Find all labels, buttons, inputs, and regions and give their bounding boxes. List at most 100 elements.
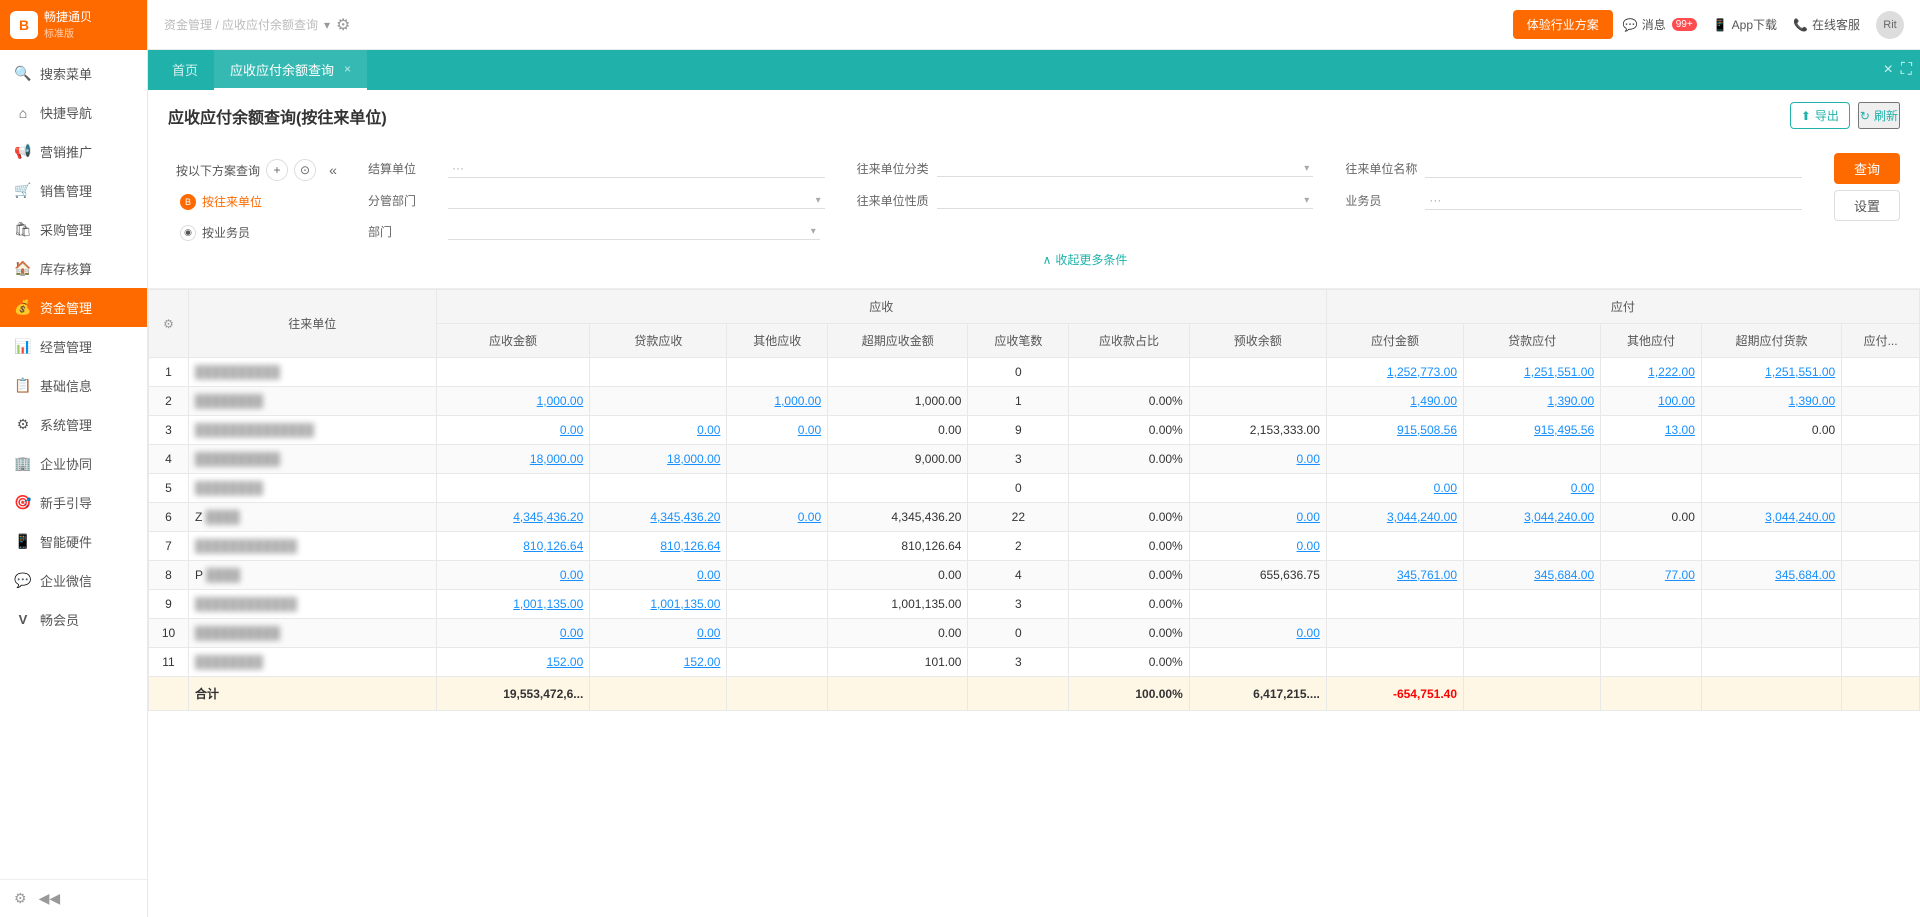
nav-by-partner[interactable]: B 按往来单位 — [168, 187, 352, 216]
cell-ar-loan[interactable]: 810,126.64 — [590, 532, 727, 561]
cell-ap-loan[interactable]: 915,495.56 — [1464, 416, 1601, 445]
tab-home[interactable]: 首页 — [156, 50, 214, 90]
cell-ap-loan[interactable]: 0.00 — [1464, 474, 1601, 503]
fenguan-dept-select[interactable]: ▾ — [448, 193, 825, 209]
cell-ap-loan — [1464, 532, 1601, 561]
tab-ar-ap[interactable]: 应收应付余额查询 × — [214, 50, 367, 90]
table-settings-icon[interactable]: ⚙ — [157, 312, 181, 336]
cell-ar-loan[interactable]: 1,001,135.00 — [590, 590, 727, 619]
settings-bottom-icon[interactable]: ⚙ — [14, 890, 27, 907]
cell-ap-amount[interactable]: 1,252,773.00 — [1326, 358, 1463, 387]
collapse-sidebar-icon[interactable]: ◀◀ — [39, 890, 61, 907]
cell-ar-amount[interactable]: 4,345,436.20 — [436, 503, 590, 532]
management-icon: 📊 — [14, 338, 32, 355]
cell-ar-other[interactable]: 0.00 — [727, 503, 828, 532]
cell-no: 4 — [149, 445, 189, 474]
sidebar-item-guide[interactable]: 🎯 新手引导 — [0, 483, 147, 522]
sidebar-item-inventory[interactable]: 🏠 库存核算 — [0, 249, 147, 288]
cell-ap-overdue[interactable]: 1,390.00 — [1701, 387, 1841, 416]
cell-ap-amount[interactable]: 1,490.00 — [1326, 387, 1463, 416]
sidebar-item-capital[interactable]: 💰 资金管理 — [0, 288, 147, 327]
collapse-conditions-button[interactable]: ∧ 收起更多条件 — [352, 247, 1818, 276]
jiesuan-unit-input[interactable]: ··· — [448, 159, 825, 178]
cell-ar-advance[interactable]: 0.00 — [1189, 619, 1326, 648]
user-avatar[interactable]: Rit — [1876, 11, 1904, 39]
app-download-button[interactable]: 📱 App下载 — [1713, 16, 1777, 33]
cell-ap-loan[interactable]: 1,251,551.00 — [1464, 358, 1601, 387]
cell-ar-amount[interactable]: 152.00 — [436, 648, 590, 677]
online-service-button[interactable]: 📞 在线客服 — [1793, 16, 1860, 33]
cell-ap-overdue[interactable]: 1,251,551.00 — [1701, 358, 1841, 387]
top-header: 资金管理 / 应收应付余额查询 ▾ ⚙ 体验行业方案 💬 消息 99+ 📱 Ap… — [148, 0, 1920, 50]
tab-close-all-icon[interactable]: × — [1883, 61, 1892, 79]
cell-ap-amount[interactable]: 345,761.00 — [1326, 561, 1463, 590]
settings-icon[interactable]: ⚙ — [336, 15, 350, 35]
scheme-settings-button[interactable]: ⊙ — [294, 159, 316, 181]
nav-by-salesperson[interactable]: ◉ 按业务员 — [168, 218, 352, 247]
cell-ap-loan[interactable]: 1,390.00 — [1464, 387, 1601, 416]
refresh-button[interactable]: ↻ 刷新 — [1858, 102, 1900, 129]
cell-ar-count: 2 — [968, 532, 1069, 561]
cell-ar-other[interactable]: 1,000.00 — [727, 387, 828, 416]
cell-ar-amount[interactable]: 1,001,135.00 — [436, 590, 590, 619]
cell-ar-amount[interactable]: 1,000.00 — [436, 387, 590, 416]
table-container[interactable]: ⚙ 往来单位 应收 应付 应收金额 贷款应收 其他应收 超期应收金额 应收笔数 … — [148, 289, 1920, 917]
tab-expand-icon[interactable]: ⛶ — [1901, 61, 1912, 79]
salesperson-select[interactable]: ··· — [1425, 191, 1802, 210]
cell-ar-amount[interactable]: 0.00 — [436, 619, 590, 648]
promo-button[interactable]: 体验行业方案 — [1513, 10, 1613, 39]
cell-ar-amount[interactable]: 18,000.00 — [436, 445, 590, 474]
sidebar-item-management[interactable]: 📊 经营管理 — [0, 327, 147, 366]
cell-ar-ratio: 0.00% — [1069, 445, 1190, 474]
cell-ar-advance[interactable]: 0.00 — [1189, 445, 1326, 474]
sidebar-item-member[interactable]: V 畅会员 — [0, 600, 147, 639]
cell-ar-loan[interactable]: 152.00 — [590, 648, 727, 677]
set-button[interactable]: 设置 — [1834, 190, 1900, 221]
query-button[interactable]: 查询 — [1834, 153, 1900, 184]
cell-ap-amount[interactable]: 3,044,240.00 — [1326, 503, 1463, 532]
collapse-scheme-button[interactable]: « — [322, 159, 344, 181]
th-settings[interactable]: ⚙ — [149, 290, 189, 358]
sidebar-item-marketing[interactable]: 📢 营销推广 — [0, 132, 147, 171]
export-button[interactable]: ⬆ 导出 — [1790, 102, 1850, 129]
laiwang-name-input[interactable] — [1425, 159, 1802, 178]
sidebar-item-hardware[interactable]: 📱 智能硬件 — [0, 522, 147, 561]
cell-ar-loan[interactable]: 0.00 — [590, 561, 727, 590]
cell-ap-other[interactable]: 77.00 — [1601, 561, 1702, 590]
dept-select[interactable]: ▾ — [448, 224, 820, 240]
cell-ap-loan[interactable]: 3,044,240.00 — [1464, 503, 1601, 532]
cell-ar-loan[interactable]: 18,000.00 — [590, 445, 727, 474]
cell-ar-loan[interactable]: 4,345,436.20 — [590, 503, 727, 532]
sidebar-item-purchase[interactable]: 🛍 采购管理 — [0, 210, 147, 249]
tab-ar-ap-close-icon[interactable]: × — [344, 62, 351, 76]
laiwang-nature-select[interactable]: ▾ — [937, 193, 1314, 209]
table-row: 1 ██████████ 0 1,252,773.00 1,251,551.00… — [149, 358, 1920, 387]
sidebar-item-basic-info[interactable]: 📋 基础信息 — [0, 366, 147, 405]
cell-ap-loan[interactable]: 345,684.00 — [1464, 561, 1601, 590]
cell-ar-loan[interactable]: 0.00 — [590, 619, 727, 648]
cell-ap-more — [1842, 416, 1920, 445]
cell-ar-amount[interactable]: 0.00 — [436, 416, 590, 445]
sidebar-item-system[interactable]: ⚙ 系统管理 — [0, 405, 147, 444]
sidebar-item-search-menu[interactable]: 🔍 搜索菜单 — [0, 54, 147, 93]
cell-ar-advance[interactable]: 0.00 — [1189, 532, 1326, 561]
cell-ap-amount[interactable]: 0.00 — [1326, 474, 1463, 503]
sidebar-item-quick-nav[interactable]: ⌂ 快捷导航 — [0, 93, 147, 132]
cell-ap-other[interactable]: 1,222.00 — [1601, 358, 1702, 387]
sidebar-item-wechat[interactable]: 💬 企业微信 — [0, 561, 147, 600]
cell-ap-amount[interactable]: 915,508.56 — [1326, 416, 1463, 445]
laiwang-classify-select[interactable]: ▾ — [937, 161, 1314, 177]
message-button[interactable]: 💬 消息 99+ — [1623, 16, 1697, 33]
sidebar-item-enterprise[interactable]: 🏢 企业协同 — [0, 444, 147, 483]
cell-ar-other[interactable]: 0.00 — [727, 416, 828, 445]
cell-ar-advance[interactable]: 0.00 — [1189, 503, 1326, 532]
sidebar-item-sales[interactable]: 🛒 销售管理 — [0, 171, 147, 210]
cell-ap-other[interactable]: 100.00 — [1601, 387, 1702, 416]
cell-ar-loan[interactable]: 0.00 — [590, 416, 727, 445]
cell-ar-amount[interactable]: 0.00 — [436, 561, 590, 590]
cell-ar-amount[interactable]: 810,126.64 — [436, 532, 590, 561]
cell-ap-overdue[interactable]: 345,684.00 — [1701, 561, 1841, 590]
cell-ap-other[interactable]: 13.00 — [1601, 416, 1702, 445]
cell-ap-overdue[interactable]: 3,044,240.00 — [1701, 503, 1841, 532]
add-scheme-button[interactable]: + — [266, 159, 288, 181]
